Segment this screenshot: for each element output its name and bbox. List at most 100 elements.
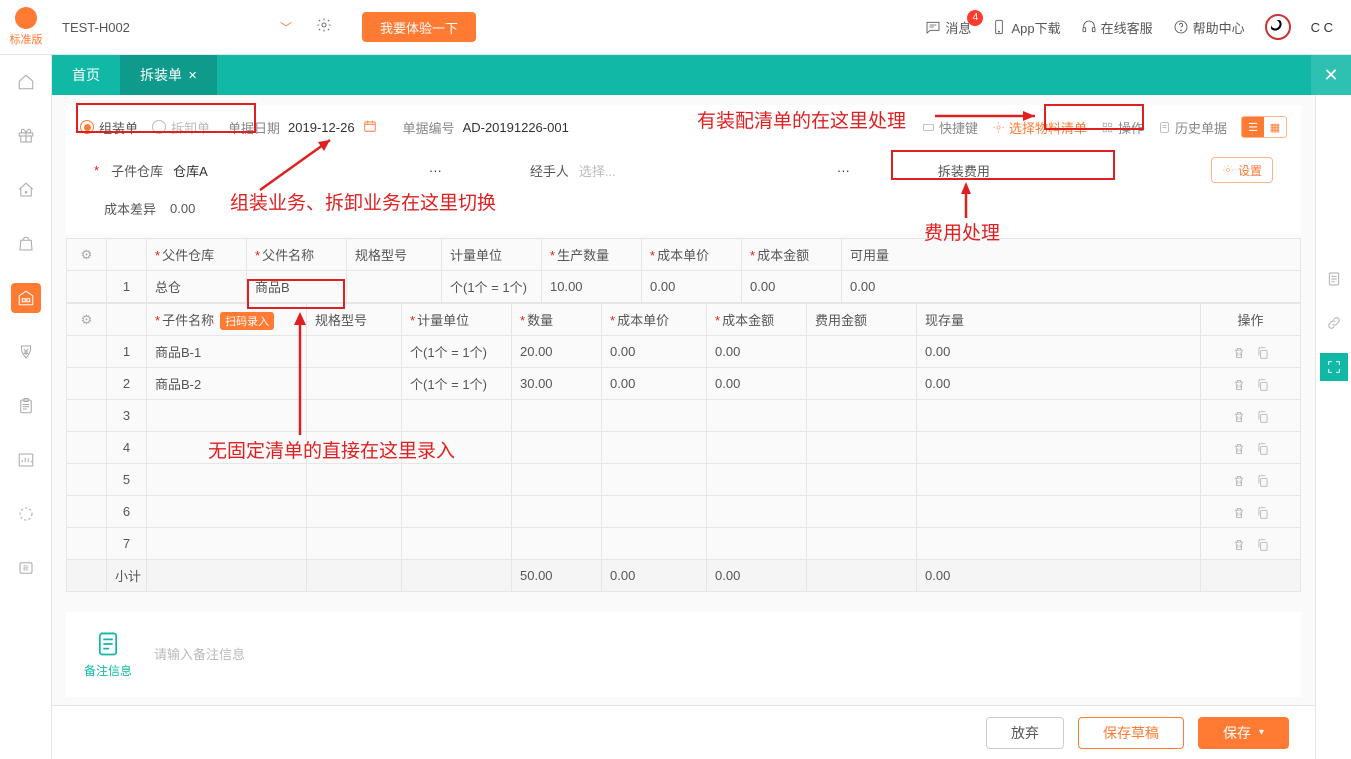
delete-icon[interactable] (1232, 439, 1246, 455)
app-download-link[interactable]: App下载 (991, 18, 1060, 37)
nav-clipboard[interactable] (11, 391, 41, 421)
gear-icon[interactable]: ⚙ (67, 304, 107, 336)
delete-icon[interactable] (1232, 535, 1246, 551)
parent-table: ⚙ *父件仓库 *父件名称 规格型号 计量单位 *生产数量 *成本单价 *成本金… (66, 238, 1301, 303)
save-draft-button[interactable]: 保存草稿 (1078, 717, 1184, 749)
fee-field[interactable]: 拆装费用 (938, 161, 990, 180)
delete-icon[interactable] (1232, 375, 1246, 391)
phone-icon (991, 19, 1007, 35)
help-icon (1173, 19, 1189, 35)
rightrail (1315, 95, 1351, 759)
delete-icon[interactable] (1232, 343, 1246, 359)
tabstrip: 首页 拆装单✕ ✕ (52, 55, 1351, 95)
cancel-button[interactable]: 放弃 (986, 717, 1064, 749)
radio-disassemble[interactable]: 拆卸单 (152, 118, 210, 137)
view-toggle[interactable]: ☰▦ (1241, 116, 1287, 138)
delete-icon[interactable] (1232, 471, 1246, 487)
gear-icon[interactable]: ⚙ (67, 239, 107, 271)
doc-no-label: 单据编号 (403, 118, 455, 137)
tab-current[interactable]: 拆装单✕ (120, 55, 217, 95)
more-icon[interactable]: ··· (837, 163, 850, 178)
nav-sync[interactable] (11, 499, 41, 529)
history-link[interactable]: 历史单据 (1158, 118, 1227, 137)
remark-icon: 备注信息 (84, 630, 132, 679)
tab-home[interactable]: 首页 (52, 55, 120, 95)
rightrail-notes[interactable] (1320, 265, 1348, 293)
shortcut-link[interactable]: 快捷键 (922, 118, 978, 137)
remark-input[interactable] (152, 646, 1283, 663)
rightrail-link[interactable] (1320, 309, 1348, 337)
doc-type-radio-group: 组装单 拆卸单 (80, 111, 210, 143)
settings-button[interactable]: 设置 (1211, 157, 1273, 183)
content: 组装单 拆卸单 单据日期 2019-12-26 单据编号 AD-20191226… (52, 95, 1315, 759)
nav-report[interactable] (11, 445, 41, 475)
more-icon[interactable]: ··· (429, 163, 442, 178)
chat-icon (925, 19, 941, 35)
copy-icon[interactable] (1256, 407, 1270, 423)
date-value[interactable]: 2019-12-26 (288, 120, 355, 135)
handler-field[interactable]: 经手人 选择... (530, 161, 616, 180)
table-row[interactable]: 6 (67, 496, 1301, 528)
copy-icon[interactable] (1256, 535, 1270, 551)
delete-icon[interactable] (1232, 407, 1246, 423)
copy-icon[interactable] (1256, 471, 1270, 487)
rightrail-expand[interactable] (1320, 353, 1348, 381)
nav-bag[interactable] (11, 229, 41, 259)
parent-row[interactable]: 1 总仓 商品B 个(1个 = 1个) 10.00 0.00 0.00 0.00 (67, 271, 1301, 303)
svg-text:新: 新 (22, 564, 28, 572)
copy-icon[interactable] (1256, 343, 1270, 359)
help-link[interactable]: 帮助中心 (1173, 18, 1245, 37)
nav-house[interactable] (11, 175, 41, 205)
view-list-icon: ☰ (1242, 117, 1264, 137)
user-name[interactable]: C C (1311, 20, 1333, 35)
nav-money[interactable] (11, 337, 41, 367)
chevron-down-icon: ﹀ (280, 19, 292, 36)
date-label: 单据日期 (228, 118, 280, 137)
avatar[interactable] (1265, 14, 1291, 40)
nav-home[interactable] (11, 67, 41, 97)
gear-icon[interactable] (316, 17, 332, 38)
close-icon[interactable]: ✕ (188, 69, 197, 82)
ops-link[interactable]: 操作 (1101, 118, 1144, 137)
message-badge: 4 (967, 10, 983, 26)
table-row[interactable]: 7 (67, 528, 1301, 560)
footer: 放弃 保存草稿 保存▾ (52, 705, 1315, 759)
tenant-select[interactable]: TEST-H002 ﹀ (52, 11, 302, 43)
child-table: ⚙ *子件名称扫码录入 规格型号 *计量单位 *数量 *成本单价 *成本金额 费… (66, 303, 1301, 592)
table-row[interactable]: 1商品B-1个(1个 = 1个)20.000.000.000.00 (67, 336, 1301, 368)
nav-warehouse[interactable] (11, 283, 41, 313)
messages-link[interactable]: 消息 4 (925, 18, 971, 37)
edition-label: 标准版 (10, 31, 43, 47)
tenant-name: TEST-H002 (62, 20, 130, 35)
service-link[interactable]: 在线客服 (1081, 18, 1153, 37)
cost-diff-label: 成本差异 (104, 199, 156, 218)
view-grid-icon: ▦ (1264, 117, 1286, 137)
chevron-down-icon: ▾ (1259, 727, 1264, 738)
doc-header-actions: 快捷键 选择物料清单 操作 历史单据 ☰▦ (922, 116, 1287, 138)
doc-header: 组装单 拆卸单 单据日期 2019-12-26 单据编号 AD-20191226… (66, 105, 1301, 149)
topbar: 标准版 TEST-H002 ﹀ 我要体验一下 消息 4 App下载 在线客服 帮… (0, 0, 1351, 55)
radio-assemble[interactable]: 组装单 (80, 118, 138, 137)
trial-button[interactable]: 我要体验一下 (362, 12, 476, 42)
calendar-icon[interactable] (363, 119, 377, 136)
copy-icon[interactable] (1256, 439, 1270, 455)
save-button[interactable]: 保存▾ (1198, 717, 1289, 749)
form-row-2: 成本差异 0.00 (66, 191, 1301, 234)
scan-badge[interactable]: 扫码录入 (220, 312, 274, 330)
headset-icon (1081, 19, 1097, 35)
table-row[interactable]: 2商品B-2个(1个 = 1个)30.000.000.000.00 (67, 368, 1301, 400)
top-right: 消息 4 App下载 在线客服 帮助中心 C C (925, 14, 1333, 40)
logo[interactable]: 标准版 (0, 7, 52, 47)
table-row[interactable]: 5 (67, 464, 1301, 496)
child-warehouse-field[interactable]: *子件仓库 仓库A (94, 161, 208, 180)
close-all-tabs[interactable]: ✕ (1311, 55, 1351, 95)
copy-icon[interactable] (1256, 503, 1270, 519)
copy-icon[interactable] (1256, 375, 1270, 391)
select-bom-link[interactable]: 选择物料清单 (992, 118, 1087, 137)
remark-section: 备注信息 (66, 612, 1301, 697)
nav-new[interactable]: 新 (11, 553, 41, 583)
nav-gift[interactable] (11, 121, 41, 151)
table-row[interactable]: 3 (67, 400, 1301, 432)
delete-icon[interactable] (1232, 503, 1246, 519)
table-row[interactable]: 4 (67, 432, 1301, 464)
